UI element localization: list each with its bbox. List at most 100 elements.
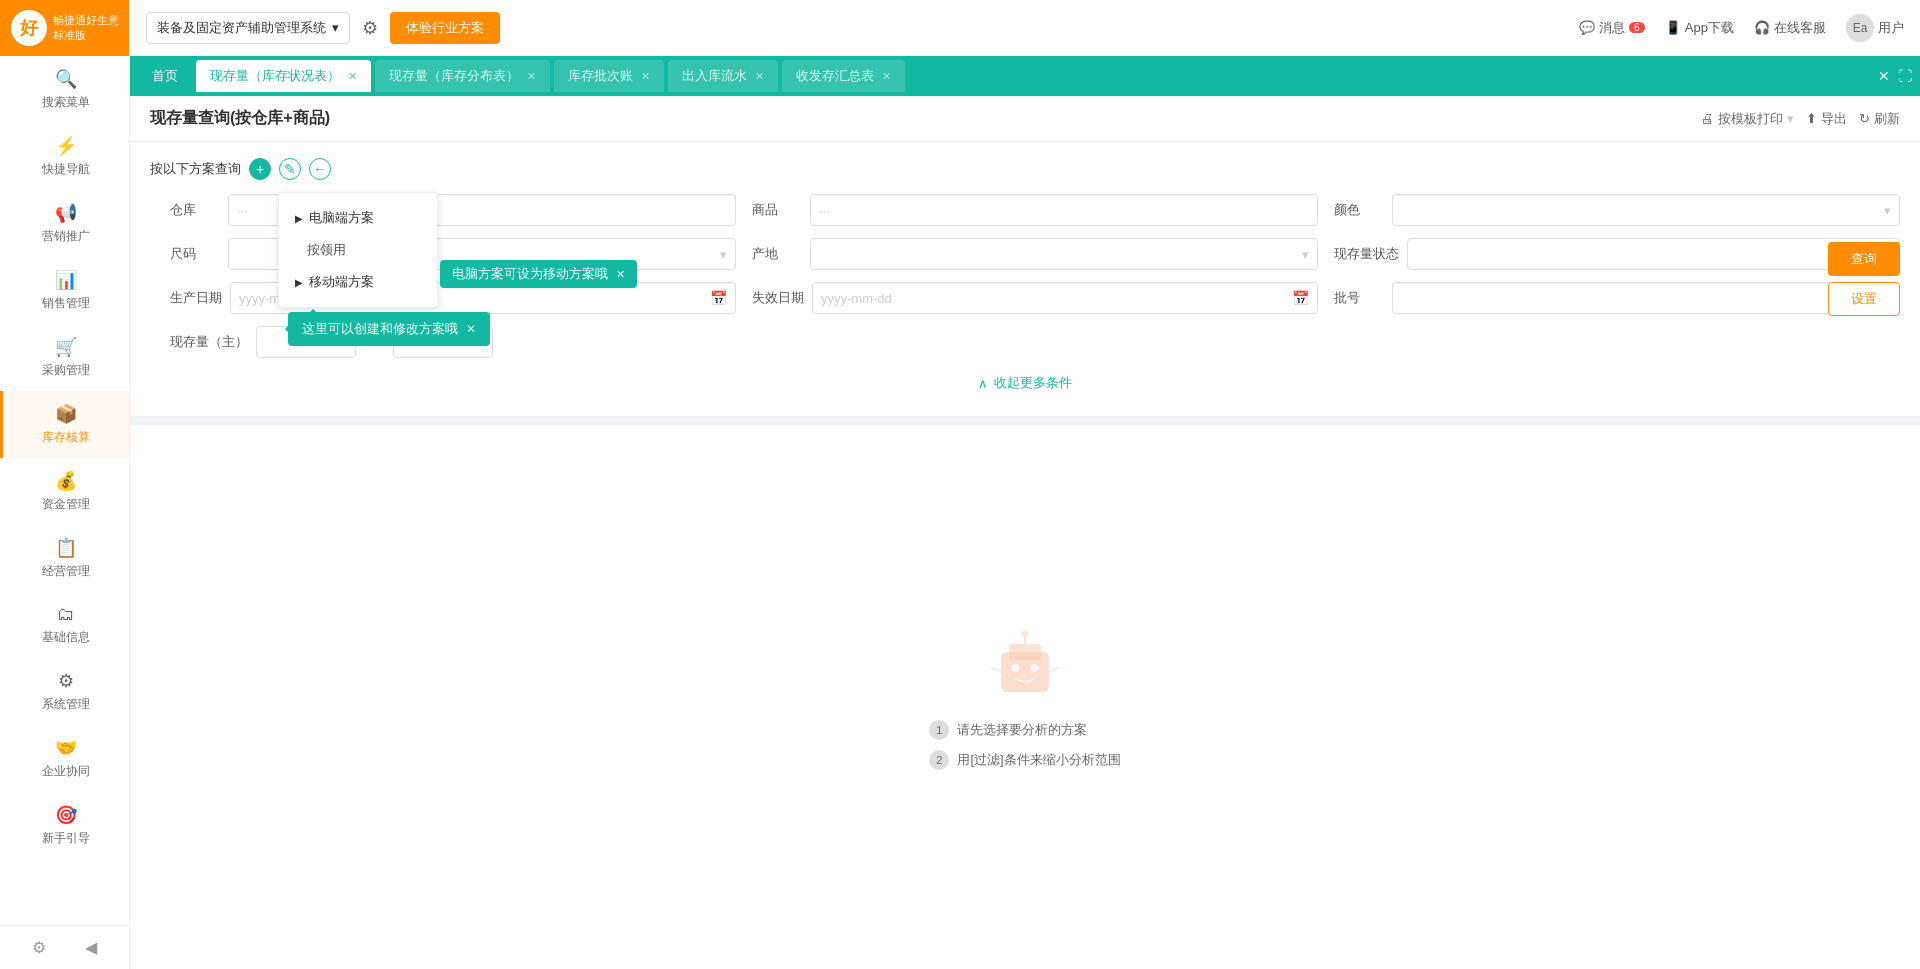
sidebar-item-quick[interactable]: ⚡ 快捷导航 <box>0 123 129 190</box>
message-item[interactable]: 💬 消息 6 <box>1579 19 1645 37</box>
chevron-down-icon: ▾ <box>720 247 727 262</box>
sidebar-item-search[interactable]: 🔍 搜索菜单 <box>0 56 129 123</box>
export-button[interactable]: ⬆ 导出 <box>1806 110 1847 128</box>
tab-maximize-icon[interactable]: ⛶ <box>1898 68 1912 84</box>
arrow-left-btn[interactable]: ← <box>309 158 331 180</box>
marketing-icon: 📢 <box>55 202 77 224</box>
gear-icon[interactable]: ⚙ <box>362 17 378 39</box>
search-icon: 🔍 <box>55 68 77 90</box>
sidebar-item-finance[interactable]: 💰 资金管理 <box>0 458 129 525</box>
sidebar-item-enterprise[interactable]: 🤝 企业协同 <box>0 725 129 792</box>
user-item[interactable]: Ea 用户 <box>1846 14 1904 42</box>
print-button[interactable]: 🖨 按模板打印 ▾ <box>1701 110 1794 128</box>
sales-icon: 📊 <box>55 269 77 291</box>
product-field: 商品 ··· <box>752 194 1318 226</box>
tab-close-icon[interactable]: ✕ <box>348 70 357 83</box>
collapse-conditions-button[interactable]: ∧ 收起更多条件 <box>150 366 1900 400</box>
reset-button[interactable]: 设置 <box>1828 282 1900 316</box>
sidebar-item-label: 搜索菜单 <box>42 94 90 111</box>
query-button[interactable]: 查询 <box>1828 242 1900 276</box>
collapse-sidebar-btn[interactable]: ◀ <box>85 938 97 957</box>
app-download-item[interactable]: 📱 App下载 <box>1665 19 1734 37</box>
scheme-tag-label: 电脑方案可设为移动方案哦 <box>452 265 608 283</box>
stock-status-select[interactable]: ▾ <box>1407 238 1900 270</box>
tab-inventory-dist[interactable]: 现存量（库存分布表） ✕ <box>375 60 550 92</box>
content-header: 现存量查询(按仓库+商品) 🖨 按模板打印 ▾ ⬆ 导出 ↻ 刷新 <box>130 96 1920 142</box>
scheme-tag-container: 电脑方案可设为移动方案哦 ✕ <box>440 260 637 288</box>
export-icon: ⬆ <box>1806 111 1817 126</box>
create-tooltip-close-btn[interactable]: ✕ <box>466 322 476 336</box>
sidebar-item-guide[interactable]: 🎯 新手引导 <box>0 792 129 859</box>
color-select[interactable]: ▾ <box>1392 194 1900 226</box>
guide-icon: 🎯 <box>55 804 77 826</box>
page-title: 现存量查询(按仓库+商品) <box>150 108 330 129</box>
empty-steps: 1 请先选择要分析的方案 2 用[过滤]条件来缩小分析范围 <box>929 720 1120 770</box>
stock-main-label: 现存量（主） <box>170 333 248 351</box>
tab-close-icon[interactable]: ✕ <box>527 70 536 83</box>
batch-label: 批号 <box>1334 289 1384 307</box>
system-selector[interactable]: 装备及固定资产辅助管理系统 ▾ <box>146 12 350 44</box>
batch-input[interactable] <box>1392 282 1900 314</box>
tab-stock-flow[interactable]: 出入库流水 ✕ <box>668 60 778 92</box>
logo-text: 畅捷通好生意 标准版 <box>53 13 119 44</box>
logo-icon: 好 <box>11 10 47 46</box>
sidebar-item-label: 营销推广 <box>42 228 90 245</box>
plan-item-desktop[interactable]: ▶ 电脑端方案 <box>279 201 437 235</box>
empty-step-2-label: 用[过滤]条件来缩小分析范围 <box>957 751 1120 769</box>
tab-close-all-icon[interactable]: ✕ <box>1878 68 1890 84</box>
step-num-2: 2 <box>929 750 949 770</box>
online-service-item[interactable]: 🎧 在线客服 <box>1754 19 1826 37</box>
expiry-date-placeholder: yyyy-mm-dd <box>821 291 892 306</box>
warehouse-label: 仓库 <box>170 201 220 219</box>
sidebar-item-label: 系统管理 <box>42 696 90 713</box>
plan-item-mobile[interactable]: ▶ 移动端方案 <box>279 265 437 299</box>
tab-label: 现存量（库存分布表） <box>389 67 519 85</box>
create-tooltip: 这里可以创建和修改方案哦 ✕ <box>288 312 490 346</box>
topbar-right: 💬 消息 6 📱 App下载 🎧 在线客服 Ea 用户 <box>1579 14 1904 42</box>
sidebar-item-sales[interactable]: 📊 销售管理 <box>0 257 129 324</box>
step-num-1: 1 <box>929 720 949 740</box>
tabbar: 首页 现存量（库存状况表） ✕ 现存量（库存分布表） ✕ 库存批次账 ✕ 出入库… <box>130 56 1920 96</box>
edit-scheme-button[interactable]: ✎ <box>279 158 301 180</box>
tab-receive-summary[interactable]: 收发存汇总表 ✕ <box>782 60 905 92</box>
plan-subitem-use[interactable]: 按领用 <box>279 235 437 265</box>
scheme-tag-close-btn[interactable]: ✕ <box>616 268 625 281</box>
chevron-down-icon: ▾ <box>1787 111 1794 126</box>
chevron-right-icon: ▶ <box>295 277 303 288</box>
system-icon: ⚙ <box>58 670 74 692</box>
plan-list: ▶ 电脑端方案 按领用 ▶ 移动端方案 <box>278 192 438 308</box>
print-icon: 🖨 <box>1701 111 1714 126</box>
filter-label: 按以下方案查询 <box>150 160 241 178</box>
sidebar-item-marketing[interactable]: 📢 营销推广 <box>0 190 129 257</box>
settings-bottom-btn[interactable]: ⚙ <box>32 938 46 957</box>
tab-close-icon[interactable]: ✕ <box>755 70 764 83</box>
sidebar-item-basic[interactable]: 🗂 基础信息 <box>0 592 129 658</box>
tab-inventory-status[interactable]: 现存量（库存状况表） ✕ <box>196 60 371 92</box>
color-field: 颜色 ▾ <box>1334 194 1900 226</box>
plan-item-label: 移动端方案 <box>309 273 374 291</box>
tab-home[interactable]: 首页 <box>138 60 192 92</box>
finance-icon: 💰 <box>55 470 77 492</box>
sidebar-item-inventory[interactable]: 📦 库存核算 <box>0 391 129 458</box>
refresh-icon: ↻ <box>1859 111 1870 126</box>
expiry-date-input[interactable]: yyyy-mm-dd 📅 <box>812 282 1318 314</box>
sidebar-item-label: 基础信息 <box>42 629 90 646</box>
origin-select[interactable]: ▾ <box>810 238 1318 270</box>
page-content: 现存量查询(按仓库+商品) 🖨 按模板打印 ▾ ⬆ 导出 ↻ 刷新 <box>130 96 1920 969</box>
tab-close-icon[interactable]: ✕ <box>641 70 650 83</box>
product-label: 商品 <box>752 201 802 219</box>
empty-state: 1 请先选择要分析的方案 2 用[过滤]条件来缩小分析范围 <box>130 425 1920 969</box>
tab-close-icon[interactable]: ✕ <box>882 70 891 83</box>
trial-industry-button[interactable]: 体验行业方案 <box>390 12 500 44</box>
user-label: 用户 <box>1878 19 1904 37</box>
user-initial: Ea <box>1853 21 1868 35</box>
sidebar-item-system[interactable]: ⚙ 系统管理 <box>0 658 129 725</box>
tab-label: 出入库流水 <box>682 67 747 85</box>
add-scheme-button[interactable]: + <box>249 158 271 180</box>
sidebar-item-purchase[interactable]: 🛒 采购管理 <box>0 324 129 391</box>
tab-batch-ledger[interactable]: 库存批次账 ✕ <box>554 60 664 92</box>
refresh-button[interactable]: ↻ 刷新 <box>1859 110 1900 128</box>
sidebar-item-operation[interactable]: 📋 经营管理 <box>0 525 129 592</box>
app-logo: 好 畅捷通好生意 标准版 <box>0 0 129 56</box>
product-select[interactable]: ··· <box>810 194 1318 226</box>
